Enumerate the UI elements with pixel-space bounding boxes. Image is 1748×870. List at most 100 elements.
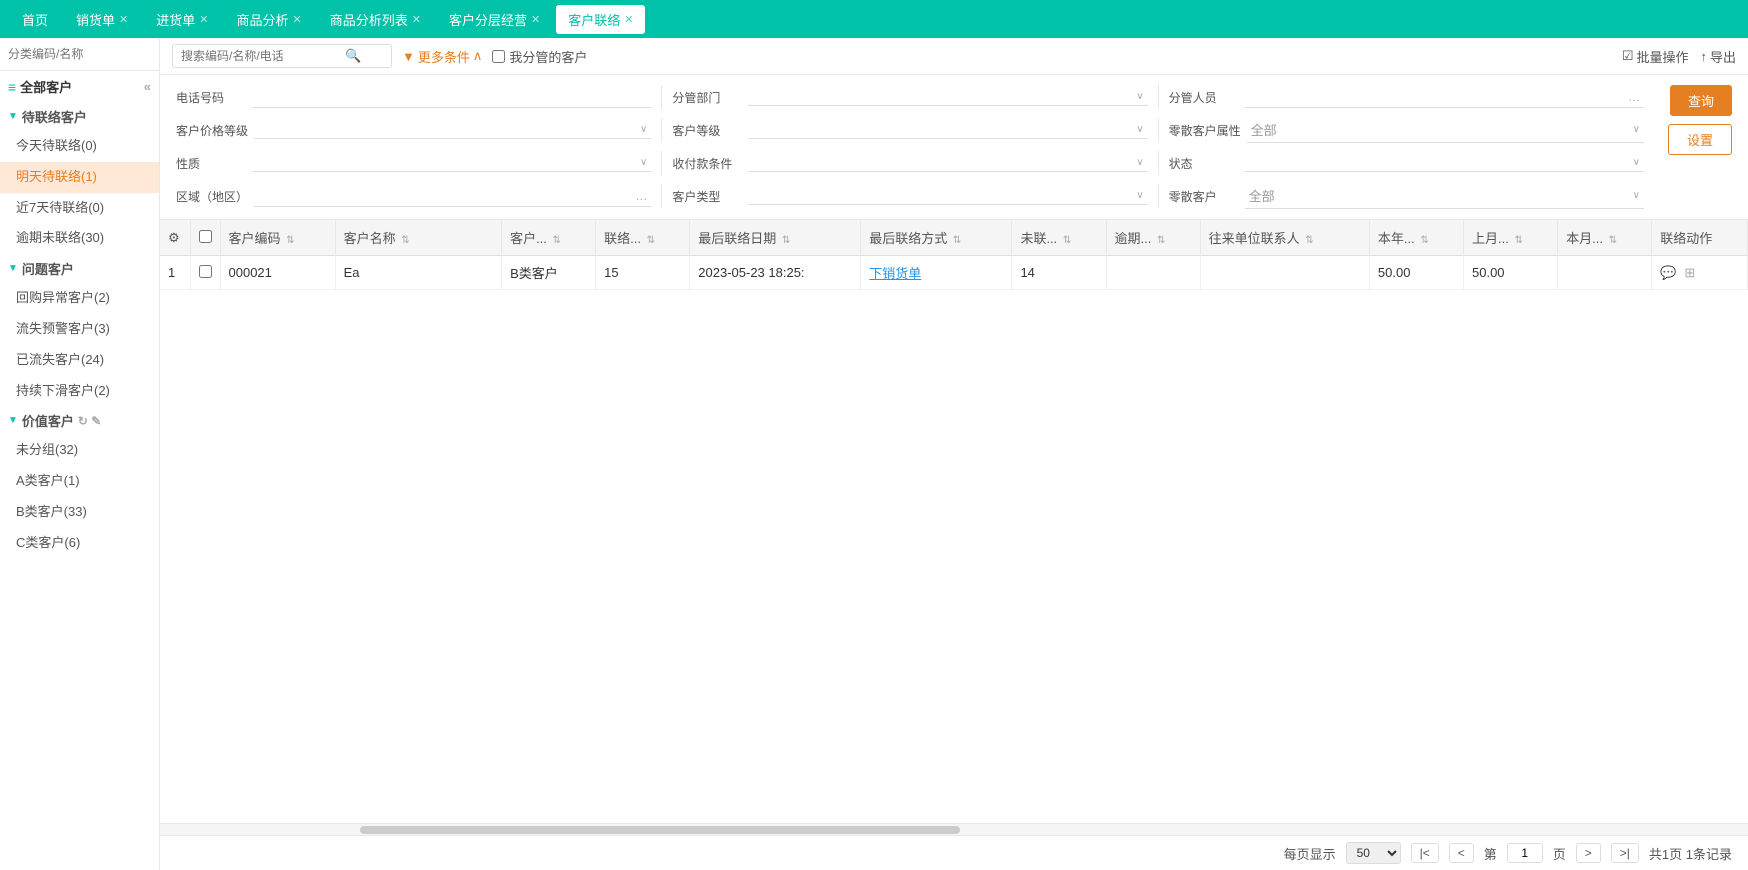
person-ellipsis-icon[interactable]: … [1628,90,1640,104]
sidebar-item-continuous-decline[interactable]: 持续下滑客户(2) [0,376,159,407]
sidebar-item-abnormal-repurchase[interactable]: 回购异常客户(2) [0,283,159,314]
row-index: 1 [160,256,190,290]
more-conditions-btn[interactable]: ▼ 更多条件 ∧ [402,47,482,66]
advanced-filter-panel: 电话号码 分管部门 ∨ 分管人员 [160,75,1748,220]
nav-customer-segmentation[interactable]: 客户分层经营 ✕ [437,5,552,34]
sidebar-item-tomorrow-contact[interactable]: 明天待联络(1) [0,162,159,193]
col-code[interactable]: 客户编码 ⇅ [220,220,335,256]
nav-customer-contact[interactable]: 客户联络 ✕ [556,5,645,34]
col-last-contact-date[interactable]: 最后联络日期 ⇅ [690,220,861,256]
col-checkbox[interactable] [190,220,220,256]
col-this-month[interactable]: 本月... ⇅ [1558,220,1652,256]
sidebar-item-class-b[interactable]: B类客户(33) [0,497,159,528]
filter-row-1: 电话号码 分管部门 ∨ 分管人员 [176,85,1644,109]
nav-purchase-order[interactable]: 进货单 ✕ [144,5,220,34]
sidebar-collapse-icon[interactable]: « [144,79,151,94]
retail-attr-select[interactable]: 全部 ∨ [1247,117,1644,143]
nav-close-icon[interactable]: ✕ [531,13,540,26]
sidebar-item-class-c[interactable]: C类客户(6) [0,528,159,559]
sort-icon: ⇅ [1609,235,1617,246]
col-uncontacted[interactable]: 未联... ⇅ [1012,220,1106,256]
bulk-operation-btn[interactable]: ☑ 批量操作 [1622,47,1689,66]
prev-page-btn[interactable]: < [1449,843,1474,863]
nav-home[interactable]: 首页 [10,5,60,34]
sidebar-pending-contact-group[interactable]: ▼ 待联络客户 [0,102,159,131]
my-customers-checkbox[interactable] [492,50,505,63]
next-page-btn[interactable]: > [1576,843,1601,863]
region-ellipsis-icon[interactable]: … [635,189,647,203]
sort-icon: ⇅ [1305,235,1313,246]
horizontal-scrollbar[interactable] [160,823,1748,835]
sort-icon: ⇅ [647,235,655,246]
search-input[interactable] [181,49,341,63]
contact-method-link[interactable]: 下销货单 [869,266,921,281]
row-checkbox[interactable] [190,256,220,290]
payment-select[interactable]: ∨ [748,154,1147,172]
col-last-month[interactable]: 上月... ⇅ [1464,220,1558,256]
col-this-year[interactable]: 本年... ⇅ [1369,220,1463,256]
gender-select[interactable]: ∨ [252,154,651,172]
sidebar-item-overdue-contact[interactable]: 逾期未联络(30) [0,223,159,254]
col-last-contact-method[interactable]: 最后联络方式 ⇅ [861,220,1012,256]
col-settings[interactable]: ⚙ [160,220,190,256]
person-select[interactable]: … [1245,87,1644,108]
first-page-btn[interactable]: |< [1411,843,1439,863]
sidebar-search-input[interactable] [8,47,160,61]
retail-attr-chevron-icon: ∨ [1633,124,1640,135]
nav-close-icon[interactable]: ✕ [293,13,302,26]
customer-price-level-select[interactable]: ∨ [254,121,651,139]
nav-close-icon[interactable]: ✕ [119,13,128,26]
col-unit-contact[interactable]: 往来单位联系人 ⇅ [1200,220,1369,256]
sidebar-item-7days-contact[interactable]: 近7天待联络(0) [0,193,159,224]
sidebar-item-churn-warning[interactable]: 流失预警客户(3) [0,314,159,345]
nav-close-icon[interactable]: ✕ [199,13,208,26]
page-input[interactable] [1507,843,1543,863]
last-page-btn[interactable]: >| [1611,843,1639,863]
search-icon[interactable]: 🔍 [345,48,361,64]
retail-customer-select[interactable]: 全部 ∨ [1245,183,1644,209]
sort-icon: ⇅ [1420,235,1428,246]
export-icon: ↑ [1700,49,1707,64]
nav-product-analysis-list[interactable]: 商品分析列表 ✕ [318,5,433,34]
col-overdue[interactable]: 逾期... ⇅ [1106,220,1200,256]
sidebar-value-group[interactable]: ▼ 价值客户 ↻ ✎ [0,406,159,435]
col-contact-count[interactable]: 联络... ⇅ [596,220,690,256]
nav-close-icon[interactable]: ✕ [624,13,633,26]
export-btn[interactable]: ↑ 导出 [1700,47,1736,66]
row-contact-icon[interactable]: 💬 [1660,265,1676,281]
row-last-contact-method[interactable]: 下销货单 [861,256,1012,290]
per-page-select[interactable]: 50 100 200 [1346,842,1401,864]
customer-type-select[interactable]: ∨ [748,187,1147,205]
bulk-icon: ☑ [1622,48,1634,64]
status-select[interactable]: ∨ [1245,154,1644,172]
region-label: 区域（地区） [176,188,248,205]
sidebar-item-class-a[interactable]: A类客户(1) [0,466,159,497]
row-more-icon[interactable]: ⊞ [1684,265,1695,281]
sidebar-item-churned[interactable]: 已流失客户(24) [0,345,159,376]
search-box[interactable]: 🔍 [172,44,392,68]
my-customers-checkbox-label[interactable]: 我分管的客户 [492,47,587,66]
row-select-checkbox[interactable] [199,265,212,278]
table-row: 1 000021 Ea B类客户 15 2023-05-23 18:25: 下销… [160,256,1748,290]
col-name[interactable]: 客户名称 ⇅ [335,220,501,256]
sidebar-item-today-contact[interactable]: 今天待联络(0) [0,131,159,162]
settings-button[interactable]: 设置 [1668,124,1732,155]
scrollbar-thumb[interactable] [360,826,960,834]
customer-level-select[interactable]: ∨ [748,121,1147,139]
value-group-icons[interactable]: ↻ ✎ [78,414,101,428]
sidebar-item-ungrouped[interactable]: 未分组(32) [0,435,159,466]
sidebar-problem-group[interactable]: ▼ 问题客户 [0,254,159,283]
nav-product-analysis[interactable]: 商品分析 ✕ [224,5,313,34]
nav-close-icon[interactable]: ✕ [412,13,421,26]
sidebar-all-customers[interactable]: ≡ 全部客户 « [0,71,159,102]
nav-sales-order[interactable]: 销货单 ✕ [64,5,140,34]
dept-select[interactable]: ∨ [748,88,1147,106]
dept-label: 分管部门 [672,89,742,106]
region-select[interactable]: … [254,186,651,207]
select-all-checkbox[interactable] [199,230,212,243]
phone-input[interactable] [252,87,651,108]
table-header-row: ⚙ 客户编码 ⇅ 客户名称 ⇅ [160,220,1748,256]
row-uncontacted: 14 [1012,256,1106,290]
query-button[interactable]: 查询 [1670,85,1732,116]
col-type[interactable]: 客户... ⇅ [502,220,596,256]
